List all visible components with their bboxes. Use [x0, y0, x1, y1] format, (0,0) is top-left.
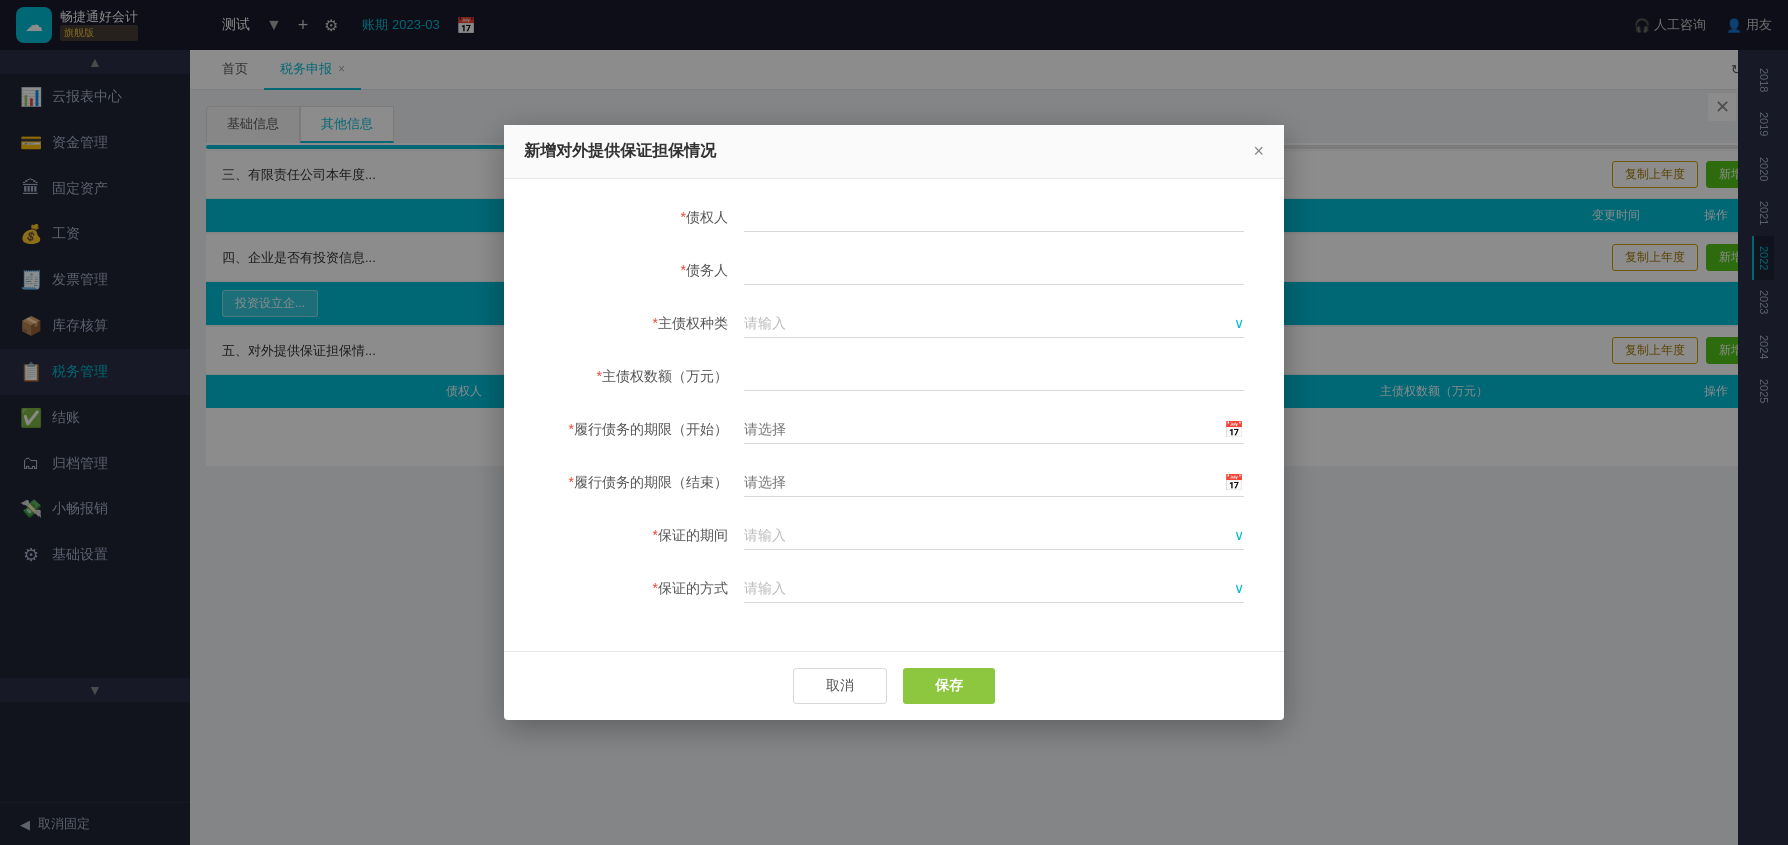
creditor-amount-label: *主债权数额（万元）	[544, 368, 744, 386]
cancel-button[interactable]: 取消	[793, 668, 887, 704]
guarantee-method-chevron[interactable]: ∨	[1234, 580, 1244, 596]
modal-footer: 取消 保存	[504, 651, 1284, 720]
creditor-type-select[interactable]: 请输入	[744, 309, 1230, 337]
form-row-creditor-type: *主债权种类 请输入 ∨	[544, 309, 1244, 338]
debt-end-date-wrapper: 📅	[744, 468, 1244, 497]
form-row-debt-end: *履行债务的期限（结束） 📅	[544, 468, 1244, 497]
form-row-creditor: *债权人	[544, 203, 1244, 232]
form-row-debt-start: *履行债务的期限（开始） 📅	[544, 415, 1244, 444]
debt-end-label: *履行债务的期限（结束）	[544, 474, 744, 492]
modal-body: *债权人 *债务人 *主债权种类 请输入	[504, 179, 1284, 651]
modal-close-button[interactable]: ×	[1253, 141, 1264, 162]
save-button[interactable]: 保存	[903, 668, 995, 704]
guarantee-period-chevron[interactable]: ∨	[1234, 527, 1244, 543]
guarantee-method-select-wrapper: 请输入 ∨	[744, 574, 1244, 603]
form-row-guarantee-method: *保证的方式 请输入 ∨	[544, 574, 1244, 603]
modal-header: 新增对外提供保证担保情况 ×	[504, 125, 1284, 179]
modal-overlay: 新增对外提供保证担保情况 × *债权人 *债务人 *主债权种类	[0, 0, 1788, 845]
debt-end-input[interactable]	[744, 468, 1224, 496]
form-row-debtor: *债务人	[544, 256, 1244, 285]
debt-end-calendar-icon[interactable]: 📅	[1224, 473, 1244, 492]
guarantee-period-select-wrapper: 请输入 ∨	[744, 521, 1244, 550]
modal-title: 新增对外提供保证担保情况	[524, 141, 716, 162]
creditor-label: *债权人	[544, 209, 744, 227]
creditor-type-chevron[interactable]: ∨	[1234, 315, 1244, 331]
debtor-input[interactable]	[744, 256, 1244, 285]
guarantee-period-select[interactable]: 请输入	[744, 521, 1230, 549]
creditor-type-select-wrapper: 请输入 ∨	[744, 309, 1244, 338]
debt-start-label: *履行债务的期限（开始）	[544, 421, 744, 439]
form-row-guarantee-period: *保证的期间 请输入 ∨	[544, 521, 1244, 550]
creditor-type-label: *主债权种类	[544, 315, 744, 333]
debtor-label: *债务人	[544, 262, 744, 280]
guarantee-method-label: *保证的方式	[544, 580, 744, 598]
creditor-input[interactable]	[744, 203, 1244, 232]
guarantee-period-label: *保证的期间	[544, 527, 744, 545]
modal: 新增对外提供保证担保情况 × *债权人 *债务人 *主债权种类	[504, 125, 1284, 720]
debt-start-input[interactable]	[744, 415, 1224, 443]
creditor-amount-input[interactable]	[744, 362, 1244, 391]
form-row-creditor-amount: *主债权数额（万元）	[544, 362, 1244, 391]
debt-start-calendar-icon[interactable]: 📅	[1224, 420, 1244, 439]
debt-start-date-wrapper: 📅	[744, 415, 1244, 444]
guarantee-method-select[interactable]: 请输入	[744, 574, 1230, 602]
